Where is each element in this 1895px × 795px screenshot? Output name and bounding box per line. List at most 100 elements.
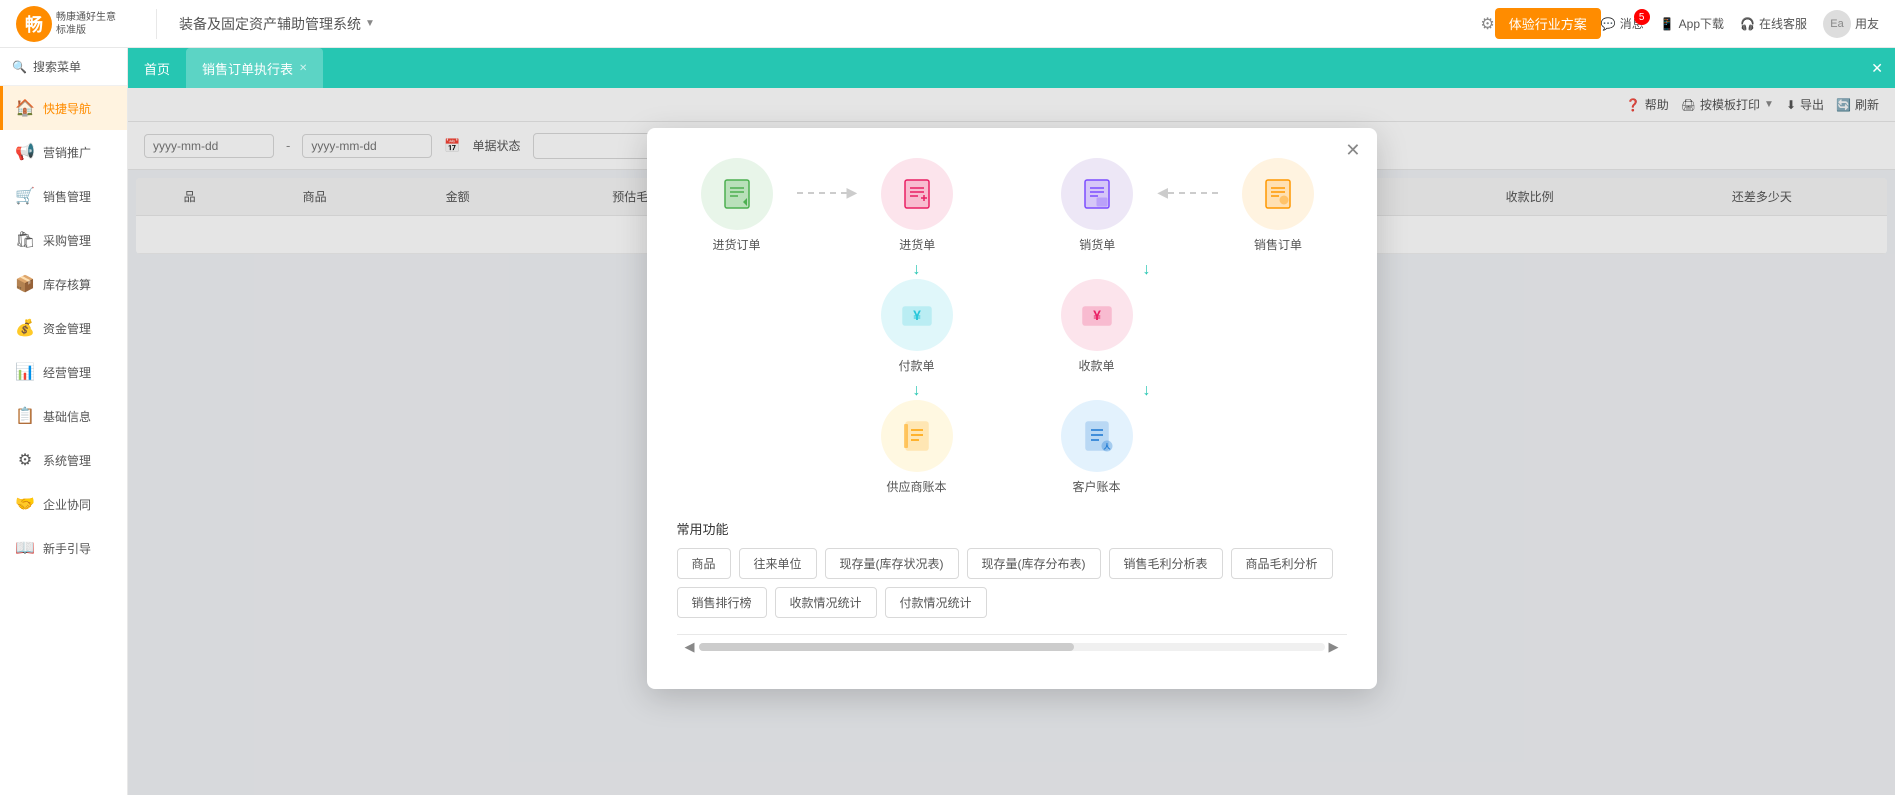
purchase-bill-label: 进货单 <box>899 236 935 253</box>
sidebar-label-purchase: 采购管理 <box>43 232 91 249</box>
flow-node-sales-order[interactable]: 销售订单 <box>1218 158 1338 253</box>
sidebar-item-quick-nav[interactable]: 🏠 快捷导航 <box>0 86 127 130</box>
flow-row-1: 进货订单 ▶ <box>677 158 1347 253</box>
common-title: 常用功能 <box>677 519 1347 538</box>
svg-text:¥: ¥ <box>1093 307 1101 323</box>
tab-close-icon[interactable]: ✕ <box>299 63 307 74</box>
sidebar-item-cooperation[interactable]: 🤝 企业协同 <box>0 482 127 526</box>
tab-sales-order[interactable]: 销售订单执行表 ✕ <box>186 48 323 88</box>
func-btn-sales-profit[interactable]: 销售毛利分析表 <box>1109 548 1223 579</box>
tab-home[interactable]: 首页 <box>128 48 186 88</box>
sidebar: 🔍 搜索菜单 🏠 快捷导航 📢 营销推广 🛒 销售管理 🛍 采购管理 📦 <box>0 48 128 795</box>
sidebar-item-system[interactable]: ⚙ 系统管理 <box>0 438 127 482</box>
func-btn-partners[interactable]: 往来单位 <box>739 548 817 579</box>
payment-circle: ¥ <box>881 279 953 351</box>
sidebar-item-sales[interactable]: 🛒 销售管理 <box>0 174 127 218</box>
tab-bar-close-icon[interactable]: ✕ <box>1871 60 1883 76</box>
app-download-label: App下载 <box>1679 15 1724 32</box>
search-icon: 🔍 <box>12 60 27 74</box>
purchase-order-circle <box>701 158 773 230</box>
svg-text:人: 人 <box>1103 442 1111 451</box>
receipt-label: 收款单 <box>1078 357 1114 374</box>
supplier-account-label: 供应商账本 <box>886 478 946 495</box>
page-content: ❓ 帮助 🖨 按模板打印 ▼ ⬇ 导出 <box>128 88 1895 795</box>
tab-home-label: 首页 <box>144 59 170 78</box>
sales-order-circle <box>1242 158 1314 230</box>
system-name: 装备及固定资产辅助管理系统 ▼ <box>179 14 1472 34</box>
system-dropdown-icon[interactable]: ▼ <box>365 18 375 29</box>
scrollbar-area: ◀ ▶ <box>677 634 1347 659</box>
header-settings-icon[interactable]: ⚙ <box>1480 14 1494 34</box>
top-header: 畅 畅康通好生意 标准版 装备及固定资产辅助管理系统 ▼ ⚙ 体验行业方案 💬 … <box>0 0 1895 48</box>
sidebar-item-marketing[interactable]: 📢 营销推广 <box>0 130 127 174</box>
sidebar-label-finance: 资金管理 <box>43 320 91 337</box>
trial-button[interactable]: 体验行业方案 <box>1495 8 1601 39</box>
search-menu-label: 搜索菜单 <box>33 58 81 75</box>
system-icon: ⚙ <box>15 450 35 470</box>
flow-node-customer-account[interactable]: 人 客户账本 <box>1037 400 1157 495</box>
sidebar-label-newbie: 新手引导 <box>43 540 91 557</box>
scroll-left-icon[interactable]: ◀ <box>685 639 695 655</box>
flow-node-purchase-bill[interactable]: 进货单 <box>857 158 977 253</box>
func-btn-goods-profit[interactable]: 商品毛利分析 <box>1231 548 1333 579</box>
sales-bill-label: 销货单 <box>1079 236 1115 253</box>
scroll-right-icon[interactable]: ▶ <box>1329 639 1339 655</box>
content-area: 首页 销售订单执行表 ✕ ✕ ❓ <box>128 48 1895 795</box>
receipt-circle: ¥ <box>1061 279 1133 351</box>
func-btn-inventory-dist[interactable]: 现存量(库存分布表) <box>967 548 1101 579</box>
function-buttons-row2: 销售排行榜 收款情况统计 付款情况统计 <box>677 587 1347 618</box>
supplier-account-circle <box>881 400 953 472</box>
inventory-icon: 📦 <box>15 274 35 294</box>
online-service-label: 在线客服 <box>1759 15 1807 32</box>
basic-icon: 📋 <box>15 406 35 426</box>
modal-close-button[interactable]: ✕ <box>1345 140 1360 161</box>
sales-order-label: 销售订单 <box>1254 236 1302 253</box>
sidebar-item-inventory[interactable]: 📦 库存核算 <box>0 262 127 306</box>
sidebar-label-quick-nav: 快捷导航 <box>43 100 91 117</box>
scrollbar-thumb <box>699 643 1075 651</box>
operation-icon: 📊 <box>15 362 35 382</box>
finance-icon: 💰 <box>15 318 35 338</box>
cooperation-icon: 🤝 <box>15 494 35 514</box>
func-btn-receipt-stats[interactable]: 收款情况统计 <box>775 587 877 618</box>
tab-bar: 首页 销售订单执行表 ✕ ✕ <box>128 48 1895 88</box>
modal: ✕ <box>647 128 1377 689</box>
user-item[interactable]: Ea 用友 <box>1823 10 1879 38</box>
purchase-order-label: 进货订单 <box>712 236 760 253</box>
online-service-item[interactable]: 🎧 在线客服 <box>1740 15 1807 32</box>
flow-node-receipt[interactable]: ¥ 收款单 <box>1037 279 1157 374</box>
customer-account-circle: 人 <box>1061 400 1133 472</box>
flow-node-purchase-order[interactable]: 进货订单 <box>677 158 797 253</box>
func-btn-goods[interactable]: 商品 <box>677 548 731 579</box>
scrollbar-track[interactable] <box>699 643 1325 651</box>
payment-label: 付款单 <box>898 357 934 374</box>
func-btn-sales-rank[interactable]: 销售排行榜 <box>677 587 767 618</box>
tab-sales-order-label: 销售订单执行表 <box>202 59 293 78</box>
sidebar-item-operation[interactable]: 📊 经营管理 <box>0 350 127 394</box>
flow-node-payment[interactable]: ¥ 付款单 <box>857 279 977 374</box>
sidebar-item-finance[interactable]: 💰 资金管理 <box>0 306 127 350</box>
modal-overlay: ✕ <box>128 88 1895 795</box>
sidebar-item-purchase[interactable]: 🛍 采购管理 <box>0 218 127 262</box>
message-icon-item[interactable]: 💬 消息 5 <box>1601 15 1644 32</box>
purchase-bill-circle <box>881 158 953 230</box>
message-icon: 💬 <box>1601 17 1616 31</box>
sales-bill-circle <box>1061 158 1133 230</box>
search-menu[interactable]: 🔍 搜索菜单 <box>0 48 127 86</box>
common-functions: 常用功能 商品 往来单位 现存量(库存状况表) 现存量(库存分布表) 销售毛利分… <box>677 519 1347 618</box>
purchase-icon: 🛍 <box>15 230 35 250</box>
logo-text: 畅康通好生意 标准版 <box>56 11 116 37</box>
flow-arrows-row2: ↓ ↓ <box>677 382 1347 400</box>
func-btn-payment-stats[interactable]: 付款情况统计 <box>885 587 987 618</box>
sidebar-item-newbie[interactable]: 📖 新手引导 <box>0 526 127 570</box>
service-icon: 🎧 <box>1740 17 1755 31</box>
func-btn-inventory-status[interactable]: 现存量(库存状况表) <box>825 548 959 579</box>
app-download-item[interactable]: 📱 App下载 <box>1660 15 1724 32</box>
sidebar-item-basic[interactable]: 📋 基础信息 <box>0 394 127 438</box>
flow-node-supplier-account[interactable]: 供应商账本 <box>857 400 977 495</box>
flow-node-sales-bill[interactable]: 销货单 <box>1037 158 1157 253</box>
avatar: Ea <box>1823 10 1851 38</box>
marketing-icon: 📢 <box>15 142 35 162</box>
flow-arrows-row: ↓ ↓ <box>677 261 1347 279</box>
newbie-icon: 📖 <box>15 538 35 558</box>
